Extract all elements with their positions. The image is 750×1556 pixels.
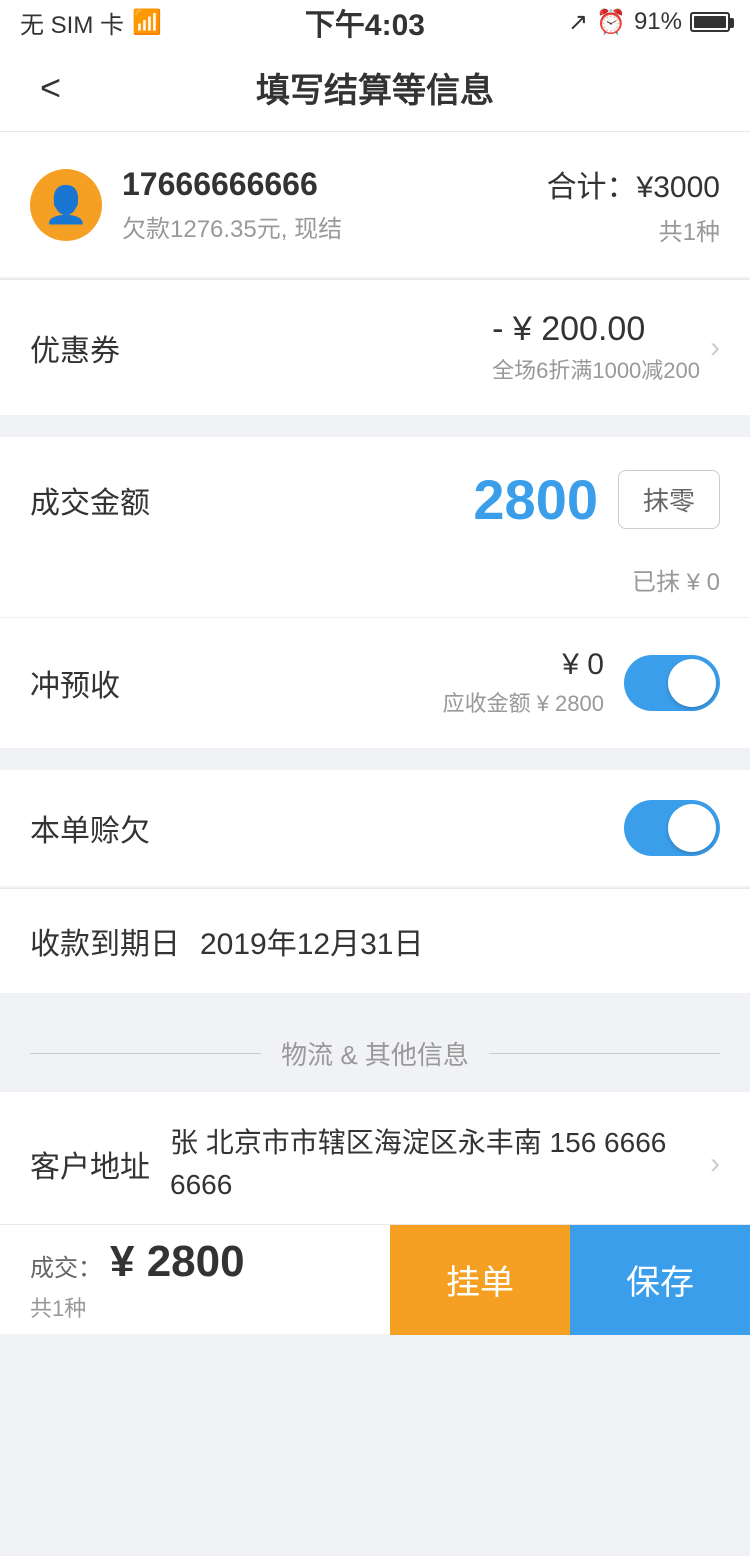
debt-row: 本单赊欠 bbox=[0, 770, 750, 886]
address-value: 张 北京市市辖区海淀区永丰南 156 6666 6666 bbox=[170, 1122, 710, 1206]
user-card: 👤 17666666666 欠款1276.35元, 现结 合计：¥3000 共1… bbox=[0, 132, 750, 277]
user-phone: 17666666666 bbox=[122, 166, 342, 203]
content: 👤 17666666666 欠款1276.35元, 现结 合计：¥3000 共1… bbox=[0, 132, 750, 1556]
logistics-section: 物流 & 其他信息 bbox=[0, 1015, 750, 1092]
prepay-toggle[interactable] bbox=[624, 655, 720, 711]
page-title: 填写结算等信息 bbox=[256, 63, 494, 112]
alarm-icon: ⏰ bbox=[596, 8, 626, 37]
section-gap-1 bbox=[0, 417, 750, 437]
bottom-amount: ¥ 2800 bbox=[110, 1237, 245, 1287]
bottom-bar: 成交： ¥ 2800 共1种 挂单 保存 bbox=[0, 1224, 750, 1334]
save-button[interactable]: 保存 bbox=[570, 1225, 750, 1335]
prepay-row: 冲预收 ¥ 0 应收金额 ¥ 2800 bbox=[0, 617, 750, 748]
chevron-right-icon: › bbox=[710, 331, 720, 365]
address-row[interactable]: 客户地址 张 北京市市辖区海淀区永丰南 156 6666 6666 › bbox=[0, 1092, 750, 1236]
prepay-label: 冲预收 bbox=[30, 661, 120, 705]
address-label: 客户地址 bbox=[30, 1142, 150, 1186]
amount-section: 成交金额 2800 抹零 已抹 ¥ 0 冲预收 ¥ 0 应收金额 ¥ 2800 bbox=[0, 437, 750, 748]
round-button[interactable]: 抹零 bbox=[618, 470, 720, 529]
back-button[interactable]: < bbox=[30, 57, 71, 119]
location-icon: ↗ bbox=[568, 8, 588, 37]
duedate-value: 2019年12月31日 bbox=[200, 919, 423, 963]
coupon-row[interactable]: 优惠券 - ¥ 200.00 全场6折满1000减200 › bbox=[0, 280, 750, 415]
debt-toggle[interactable] bbox=[624, 800, 720, 856]
sim-text: 无 SIM 卡 bbox=[20, 5, 124, 40]
toggle-knob bbox=[668, 659, 716, 707]
address-chevron-icon: › bbox=[710, 1147, 720, 1181]
debt-toggle-knob bbox=[668, 804, 716, 852]
section-gap-3 bbox=[0, 995, 750, 1015]
status-left: 无 SIM 卡 📶 bbox=[20, 5, 162, 40]
amount-value: 2800 bbox=[473, 467, 598, 532]
duedate-label: 收款到期日 bbox=[30, 919, 180, 963]
hold-button[interactable]: 挂单 bbox=[390, 1225, 570, 1335]
bottom-count: 共1种 bbox=[30, 1291, 360, 1323]
coupon-discount: - ¥ 200.00 bbox=[492, 310, 700, 349]
battery-icon bbox=[690, 12, 730, 32]
bottom-info: 成交： ¥ 2800 共1种 bbox=[0, 1237, 390, 1323]
prepay-sub: 应收金额 ¥ 2800 bbox=[443, 686, 604, 718]
status-time: 下午4:03 bbox=[305, 0, 425, 44]
coupon-label: 优惠券 bbox=[30, 326, 120, 370]
duedate-row: 收款到期日 2019年12月31日 bbox=[0, 889, 750, 993]
coupon-desc: 全场6折满1000减200 bbox=[492, 353, 700, 385]
total-amount: 合计：¥3000 bbox=[547, 162, 720, 206]
nav-bar: < 填写结算等信息 bbox=[0, 44, 750, 132]
debt-label: 本单赊欠 bbox=[30, 806, 150, 850]
user-sub-text: 欠款1276.35元, 现结 bbox=[122, 209, 342, 244]
section-gap-2 bbox=[0, 750, 750, 770]
status-bar: 无 SIM 卡 📶 下午4:03 ↗ ⏰ 91% bbox=[0, 0, 750, 44]
amount-row: 成交金额 2800 抹零 bbox=[0, 437, 750, 562]
wifi-icon: 📶 bbox=[132, 8, 162, 37]
status-right: ↗ ⏰ 91% bbox=[568, 8, 730, 37]
amount-sub: 已抹 ¥ 0 bbox=[0, 562, 750, 617]
avatar: 👤 bbox=[30, 169, 102, 241]
prepay-amount: ¥ 0 bbox=[443, 648, 604, 682]
amount-label: 成交金额 bbox=[30, 478, 150, 522]
bottom-label: 成交： bbox=[30, 1248, 102, 1283]
total-count: 共1种 bbox=[547, 212, 720, 247]
battery-text: 91% bbox=[634, 8, 682, 36]
logistics-label: 物流 & 其他信息 bbox=[281, 1035, 469, 1072]
person-icon: 👤 bbox=[44, 184, 89, 226]
